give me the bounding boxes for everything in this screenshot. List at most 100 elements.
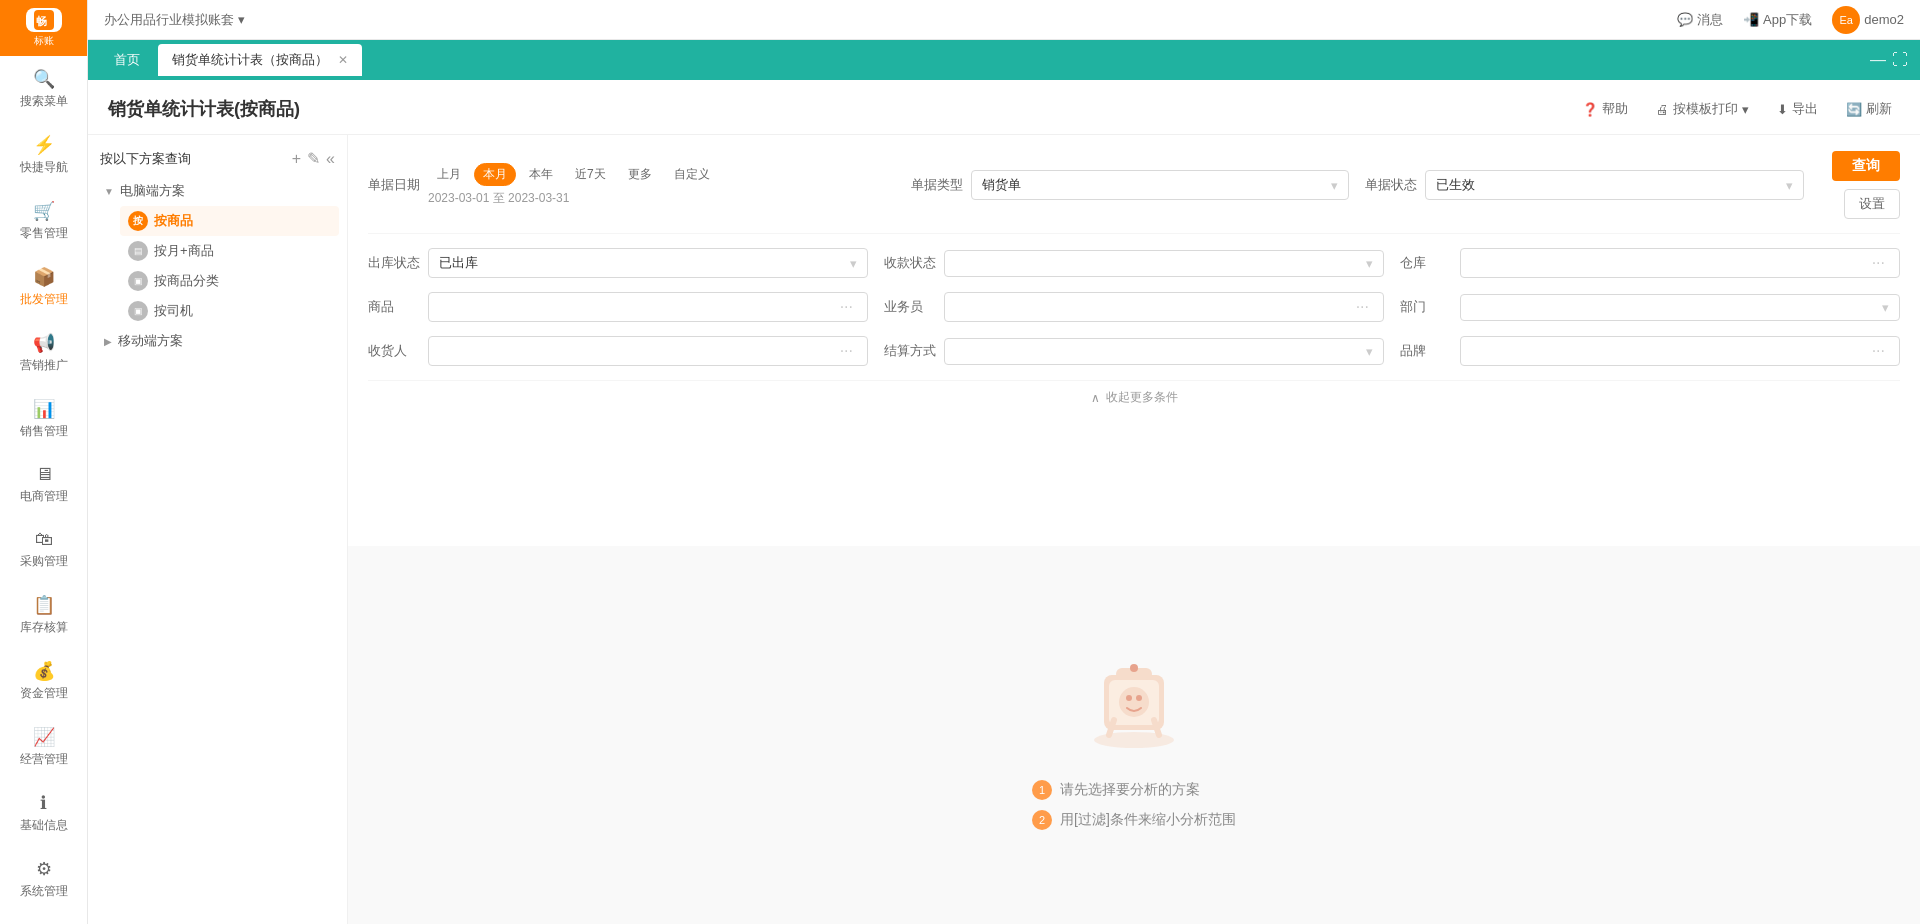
step1-num: 1: [1032, 780, 1052, 800]
filter-field-salesperson: 业务员 ···: [884, 292, 1384, 322]
sidebar-item-label: 快捷导航: [20, 159, 68, 176]
empty-step-2: 2 用[过滤]条件来缩小分析范围: [1032, 810, 1236, 830]
outbound-select[interactable]: 已出库 ▾: [428, 248, 868, 278]
app-logo: 畅 标账: [0, 0, 87, 56]
tab-home[interactable]: 首页: [100, 44, 154, 76]
svg-point-6: [1126, 695, 1132, 701]
purchase-icon: 🛍: [35, 529, 53, 550]
consignee-input[interactable]: ···: [428, 336, 868, 366]
sidebar-item-quick-nav[interactable]: ⚡ 快捷导航: [0, 122, 87, 188]
sidebar-item-system[interactable]: ⚙ 系统管理: [0, 846, 87, 912]
doc-type-label: 单据类型: [911, 176, 963, 194]
sidebar-item-basic[interactable]: ℹ 基础信息: [0, 780, 87, 846]
filter-row-4: 收货人 ··· 结算方式 ▾: [368, 336, 1900, 366]
warehouse-input[interactable]: ···: [1460, 248, 1900, 278]
tree-child-by-product-cat[interactable]: ▣ 按商品分类: [120, 266, 339, 296]
settlement-chevron: ▾: [1366, 344, 1373, 359]
filter-field-outbound: 出库状态 已出库 ▾: [368, 248, 868, 278]
date-tag-last-7days[interactable]: 近7天: [566, 163, 615, 186]
product-dots-icon[interactable]: ···: [836, 298, 857, 316]
tree-child-by-month-product[interactable]: ▤ 按月+商品: [120, 236, 339, 266]
tab-sales-stat[interactable]: 销货单统计计表（按商品） ✕: [158, 44, 362, 76]
print-label: 按模板打印: [1673, 100, 1738, 118]
department-select[interactable]: ▾: [1460, 294, 1900, 321]
sidebar-item-inventory[interactable]: 📋 库存核算: [0, 582, 87, 648]
retail-icon: 🛒: [33, 200, 55, 222]
empty-step-1: 1 请先选择要分析的方案: [1032, 780, 1236, 800]
wholesale-icon: 📦: [33, 266, 55, 288]
user-menu[interactable]: Ea demo2: [1832, 6, 1904, 34]
query-button[interactable]: 查询: [1832, 151, 1900, 181]
by-cat-icon: ▣: [128, 271, 148, 291]
app-download-btn[interactable]: 📲 App下载: [1743, 11, 1812, 29]
payment-label: 收款状态: [884, 254, 936, 272]
tree-mobile-parent[interactable]: ▶ 移动端方案: [96, 326, 339, 356]
ecommerce-icon: 🖥: [35, 464, 53, 485]
sidebar-item-retail[interactable]: 🛒 零售管理: [0, 188, 87, 254]
settlement-select[interactable]: ▾: [944, 338, 1384, 365]
sidebar-item-operations[interactable]: 📈 经营管理: [0, 714, 87, 780]
brand-input[interactable]: ···: [1460, 336, 1900, 366]
sidebar-item-wholesale[interactable]: 📦 批发管理: [0, 254, 87, 320]
sidebar-item-finance[interactable]: 💰 资金管理: [0, 648, 87, 714]
help-btn[interactable]: ❓ 帮助: [1574, 96, 1636, 122]
sidebar-item-marketing[interactable]: 📢 营销推广: [0, 320, 87, 386]
tab-minimize-btn[interactable]: —: [1870, 51, 1886, 69]
by-product-label: 按商品: [154, 212, 193, 230]
sidebar-item-sales[interactable]: 📊 销售管理: [0, 386, 87, 452]
filter-panel-header: 按以下方案查询 + ✎ «: [88, 145, 347, 176]
doc-type-select[interactable]: 销货单 ▾: [971, 170, 1350, 200]
date-tag-more[interactable]: 更多: [619, 163, 661, 186]
product-input[interactable]: ···: [428, 292, 868, 322]
collapse-arrow-icon: ∧: [1091, 391, 1100, 405]
date-tag-this-year[interactable]: 本年: [520, 163, 562, 186]
help-icon: ❓: [1582, 102, 1598, 117]
warehouse-dots-icon[interactable]: ···: [1868, 254, 1889, 272]
by-product-icon: 按: [128, 211, 148, 231]
sidebar-item-label: 系统管理: [20, 883, 68, 900]
account-name: 办公用品行业模拟账套: [104, 11, 234, 29]
messages-btn[interactable]: 💬 消息: [1677, 11, 1723, 29]
sidebar-item-label: 基础信息: [20, 817, 68, 834]
refresh-btn[interactable]: 🔄 刷新: [1838, 96, 1900, 122]
scheme-tree: ▼ 电脑端方案 按 按商品 ▤ 按月+商品 ▣: [88, 176, 347, 356]
download-icon: 📲: [1743, 12, 1759, 27]
logo-icon: 畅: [26, 8, 62, 32]
payment-select[interactable]: ▾: [944, 250, 1384, 277]
date-tag-this-month[interactable]: 本月: [474, 163, 516, 186]
sidebar-item-cooperation[interactable]: 🤝 企业协同: [0, 912, 87, 924]
settings-button[interactable]: 设置: [1844, 189, 1900, 219]
collapse-panel-btn[interactable]: «: [326, 150, 335, 168]
mobile-arrow-icon: ▶: [104, 336, 112, 347]
body-area: 按以下方案查询 + ✎ « ▼ 电脑端方案 按 按商: [88, 135, 1920, 924]
salesperson-input[interactable]: ···: [944, 292, 1384, 322]
doc-status-chevron: ▾: [1786, 178, 1793, 193]
print-btn[interactable]: 🖨 按模板打印 ▾: [1648, 96, 1757, 122]
doc-status-select[interactable]: 已生效 ▾: [1425, 170, 1804, 200]
date-tag-custom[interactable]: 自定义: [665, 163, 719, 186]
date-tag-last-month[interactable]: 上月: [428, 163, 470, 186]
desktop-label: 电脑端方案: [120, 182, 185, 200]
mobile-label: 移动端方案: [118, 332, 183, 350]
export-btn[interactable]: ⬇ 导出: [1769, 96, 1826, 122]
consignee-dots-icon[interactable]: ···: [836, 342, 857, 360]
right-area: 单据日期 上月 本月 本年 近7天 更多 自定义 20: [348, 135, 1920, 924]
sidebar-item-search[interactable]: 🔍 搜索菜单: [0, 56, 87, 122]
tree-child-by-product[interactable]: 按 按商品: [120, 206, 339, 236]
tab-expand-btn[interactable]: ⛶: [1892, 51, 1908, 69]
account-selector[interactable]: 办公用品行业模拟账套 ▾: [104, 11, 245, 29]
add-scheme-btn[interactable]: +: [292, 150, 301, 168]
tree-child-by-cashier[interactable]: ▣ 按司机: [120, 296, 339, 326]
tree-desktop-parent[interactable]: ▼ 电脑端方案: [96, 176, 339, 206]
basic-icon: ℹ: [40, 792, 47, 814]
brand-dots-icon[interactable]: ···: [1868, 342, 1889, 360]
tab-close-icon[interactable]: ✕: [338, 53, 348, 67]
salesperson-dots-icon[interactable]: ···: [1352, 298, 1373, 316]
collapse-conditions-btn[interactable]: ∧ 收起更多条件: [368, 380, 1900, 414]
system-icon: ⚙: [36, 858, 52, 880]
edit-scheme-btn[interactable]: ✎: [307, 149, 320, 168]
tab-home-label: 首页: [114, 51, 140, 69]
sidebar: 畅 标账 🔍 搜索菜单 ⚡ 快捷导航 🛒 零售管理 📦 批发管理 📢 营销推广 …: [0, 0, 88, 924]
sidebar-item-ecommerce[interactable]: 🖥 电商管理: [0, 452, 87, 517]
sidebar-item-purchase[interactable]: 🛍 采购管理: [0, 517, 87, 582]
